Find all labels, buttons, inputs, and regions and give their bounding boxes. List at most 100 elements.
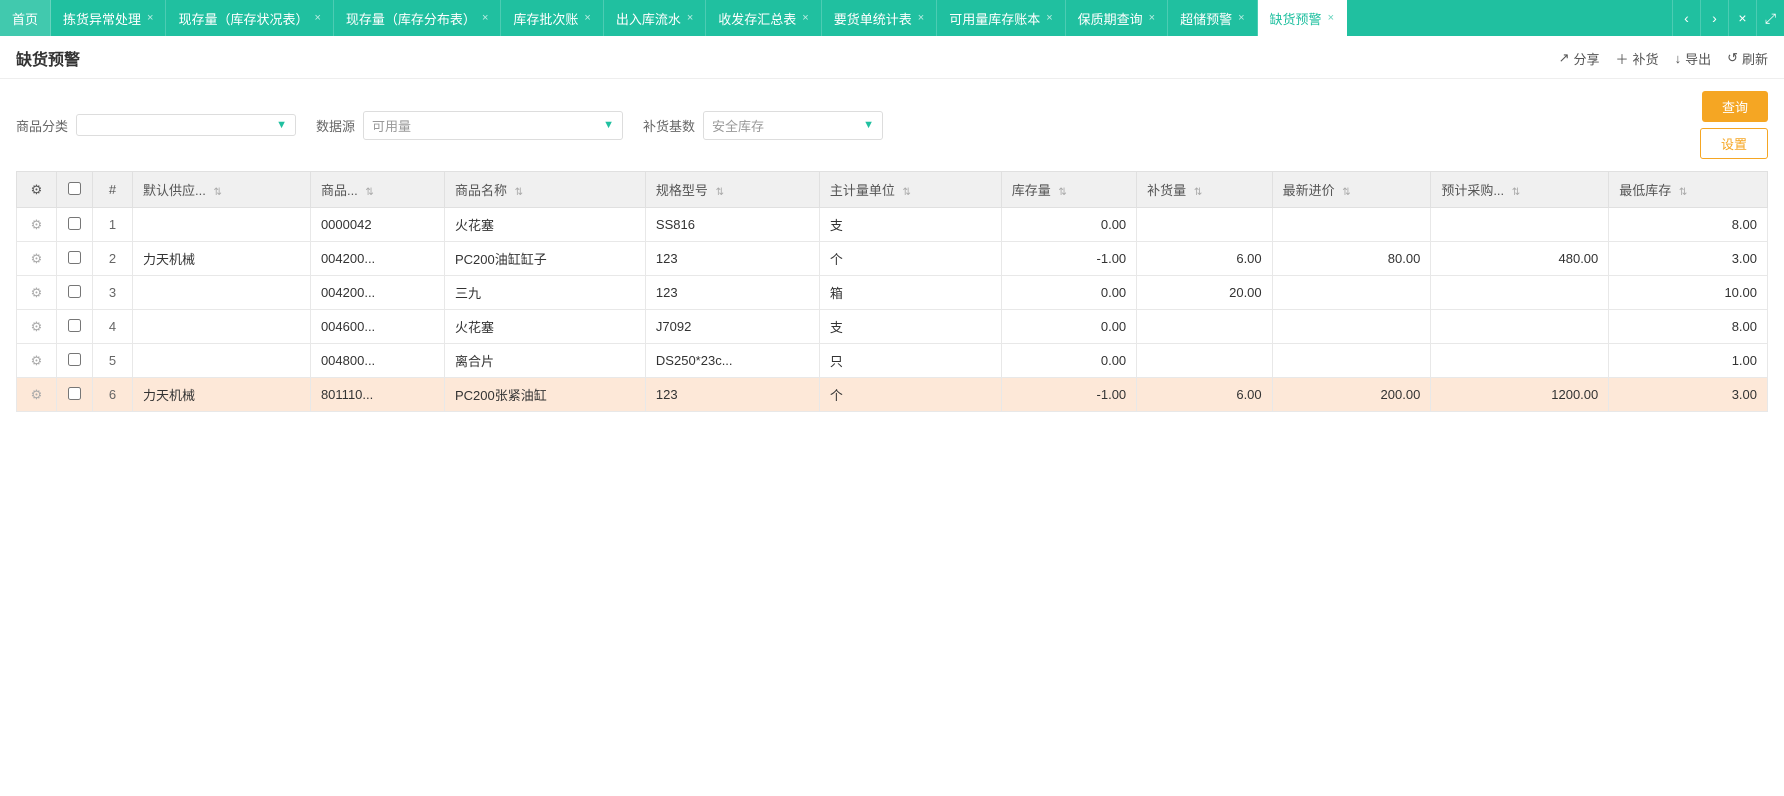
tab-order-stats[interactable]: 要货单统计表 × xyxy=(822,0,937,36)
col-header-replenish-qty[interactable]: 补货量 ⇅ xyxy=(1137,172,1272,208)
select-all-checkbox[interactable] xyxy=(68,182,81,195)
share-action[interactable]: ↗ 分享 xyxy=(1559,49,1600,68)
tab-expand-button[interactable]: ⤢ xyxy=(1756,0,1784,36)
row-stock: 0.00 xyxy=(1001,276,1136,310)
row-checkbox-cell[interactable] xyxy=(57,276,93,310)
col-header-unit[interactable]: 主计量单位 ⇅ xyxy=(819,172,1001,208)
col-header-stock[interactable]: 库存量 ⇅ xyxy=(1001,172,1136,208)
row-checkbox-cell[interactable] xyxy=(57,242,93,276)
row-checkbox-cell[interactable] xyxy=(57,344,93,378)
page-content: 缺货预警 ↗ 分享 ＋ 补货 ↓ 导出 ↺ 刷新 商品分类 xyxy=(0,36,1784,796)
replenish-icon: ＋ xyxy=(1616,49,1629,68)
row-supplier xyxy=(133,208,311,242)
datasource-select[interactable]: 可用量 ▼ xyxy=(363,111,623,140)
tab-prev-button[interactable]: ‹ xyxy=(1672,0,1700,36)
tab-close-all-button[interactable]: × xyxy=(1728,0,1756,36)
row-gear-icon: ⚙ xyxy=(31,387,43,402)
col-header-spec[interactable]: 规格型号 ⇅ xyxy=(645,172,819,208)
row-gear-cell[interactable]: ⚙ xyxy=(17,344,57,378)
row-replenish-qty: 20.00 xyxy=(1137,276,1272,310)
col-header-product-code[interactable]: 商品... ⇅ xyxy=(310,172,444,208)
refresh-action[interactable]: ↺ 刷新 xyxy=(1727,49,1768,68)
row-latest-price xyxy=(1272,208,1431,242)
sort-icon-product-code: ⇅ xyxy=(365,187,373,198)
tab-home[interactable]: 首页 xyxy=(0,0,51,36)
row-checkbox-cell[interactable] xyxy=(57,378,93,412)
row-num: 4 xyxy=(93,310,133,344)
row-checkbox[interactable] xyxy=(68,319,81,332)
row-checkbox[interactable] xyxy=(68,285,81,298)
col-header-latest-price[interactable]: 最新进价 ⇅ xyxy=(1272,172,1431,208)
tab-next-button[interactable]: › xyxy=(1700,0,1728,36)
col-header-supplier[interactable]: 默认供应... ⇅ xyxy=(133,172,311,208)
col-header-min-stock[interactable]: 最低库存 ⇅ xyxy=(1609,172,1768,208)
replenish-basis-filter-group: 补货基数 安全库存 ▼ xyxy=(643,111,883,140)
col-header-checkbox[interactable] xyxy=(57,172,93,208)
tab-batch-account[interactable]: 库存批次账 × xyxy=(501,0,603,36)
tab-available-ledger[interactable]: 可用量库存账本 × xyxy=(937,0,1065,36)
replenish-action[interactable]: ＋ 补货 xyxy=(1616,49,1659,68)
close-tab-available-ledger[interactable]: × xyxy=(1046,12,1052,24)
tab-abnormal[interactable]: 拣货异常处理 × xyxy=(51,0,166,36)
row-gear-icon: ⚙ xyxy=(31,285,43,300)
row-replenish-qty: 6.00 xyxy=(1137,242,1272,276)
close-tab-receipt-summary[interactable]: × xyxy=(802,12,808,24)
tab-bar: 首页 拣货异常处理 × 现存量（库存状况表） × 现存量（库存分布表） × 库存… xyxy=(0,0,1784,36)
tab-shortage[interactable]: 缺货预警 × xyxy=(1258,0,1347,36)
tab-expiry-query[interactable]: 保质期查询 × xyxy=(1066,0,1168,36)
shortage-table: ⚙ # 默认供应... ⇅ 商品... ⇅ 商品名称 xyxy=(16,171,1768,412)
tab-inventory-dist[interactable]: 现存量（库存分布表） × xyxy=(334,0,501,36)
close-tab-batch-account[interactable]: × xyxy=(584,12,590,24)
export-action[interactable]: ↓ 导出 xyxy=(1675,49,1712,68)
row-gear-cell[interactable]: ⚙ xyxy=(17,378,57,412)
row-est-purchase xyxy=(1431,276,1609,310)
close-tab-inventory-dist[interactable]: × xyxy=(482,12,488,24)
row-checkbox-cell[interactable] xyxy=(57,310,93,344)
close-tab-inventory-status[interactable]: × xyxy=(314,12,320,24)
row-product-code: 0000042 xyxy=(310,208,444,242)
row-gear-icon: ⚙ xyxy=(31,217,43,232)
category-select[interactable]: ▼ xyxy=(76,114,296,136)
row-gear-cell[interactable]: ⚙ xyxy=(17,276,57,310)
tab-inout-flow[interactable]: 出入库流水 × xyxy=(604,0,706,36)
export-icon: ↓ xyxy=(1675,51,1682,66)
tab-receipt-summary[interactable]: 收发存汇总表 × xyxy=(706,0,821,36)
row-supplier xyxy=(133,276,311,310)
row-gear-cell[interactable]: ⚙ xyxy=(17,208,57,242)
row-stock: 0.00 xyxy=(1001,208,1136,242)
sort-icon-product-name: ⇅ xyxy=(515,187,523,198)
settings-button[interactable]: 设置 xyxy=(1700,128,1768,159)
close-tab-order-stats[interactable]: × xyxy=(918,12,924,24)
row-checkbox-cell[interactable] xyxy=(57,208,93,242)
close-tab-shortage[interactable]: × xyxy=(1328,12,1334,24)
replenish-basis-select[interactable]: 安全库存 ▼ xyxy=(703,111,883,140)
row-gear-cell[interactable]: ⚙ xyxy=(17,310,57,344)
query-button[interactable]: 查询 xyxy=(1702,91,1768,122)
row-unit: 个 xyxy=(819,242,1001,276)
close-tab-overstock[interactable]: × xyxy=(1238,12,1244,24)
close-tab-inout-flow[interactable]: × xyxy=(687,12,693,24)
col-header-num: # xyxy=(93,172,133,208)
row-latest-price: 200.00 xyxy=(1272,378,1431,412)
row-min-stock: 10.00 xyxy=(1609,276,1768,310)
row-spec: 123 xyxy=(645,378,819,412)
row-gear-cell[interactable]: ⚙ xyxy=(17,242,57,276)
row-product-code: 004800... xyxy=(310,344,444,378)
row-num: 3 xyxy=(93,276,133,310)
row-spec: DS250*23c... xyxy=(645,344,819,378)
row-checkbox[interactable] xyxy=(68,353,81,366)
row-checkbox[interactable] xyxy=(68,387,81,400)
row-est-purchase xyxy=(1431,310,1609,344)
close-tab-expiry-query[interactable]: × xyxy=(1149,12,1155,24)
col-header-gear[interactable]: ⚙ xyxy=(17,172,57,208)
row-unit: 只 xyxy=(819,344,1001,378)
close-tab-abnormal[interactable]: × xyxy=(147,12,153,24)
col-header-product-name[interactable]: 商品名称 ⇅ xyxy=(445,172,646,208)
row-checkbox[interactable] xyxy=(68,217,81,230)
row-checkbox[interactable] xyxy=(68,251,81,264)
tab-inventory-status[interactable]: 现存量（库存状况表） × xyxy=(166,0,333,36)
tab-overstock[interactable]: 超储预警 × xyxy=(1168,0,1257,36)
share-icon: ↗ xyxy=(1559,50,1570,66)
col-header-est-purchase[interactable]: 预计采购... ⇅ xyxy=(1431,172,1609,208)
row-supplier: 力天机械 xyxy=(133,378,311,412)
